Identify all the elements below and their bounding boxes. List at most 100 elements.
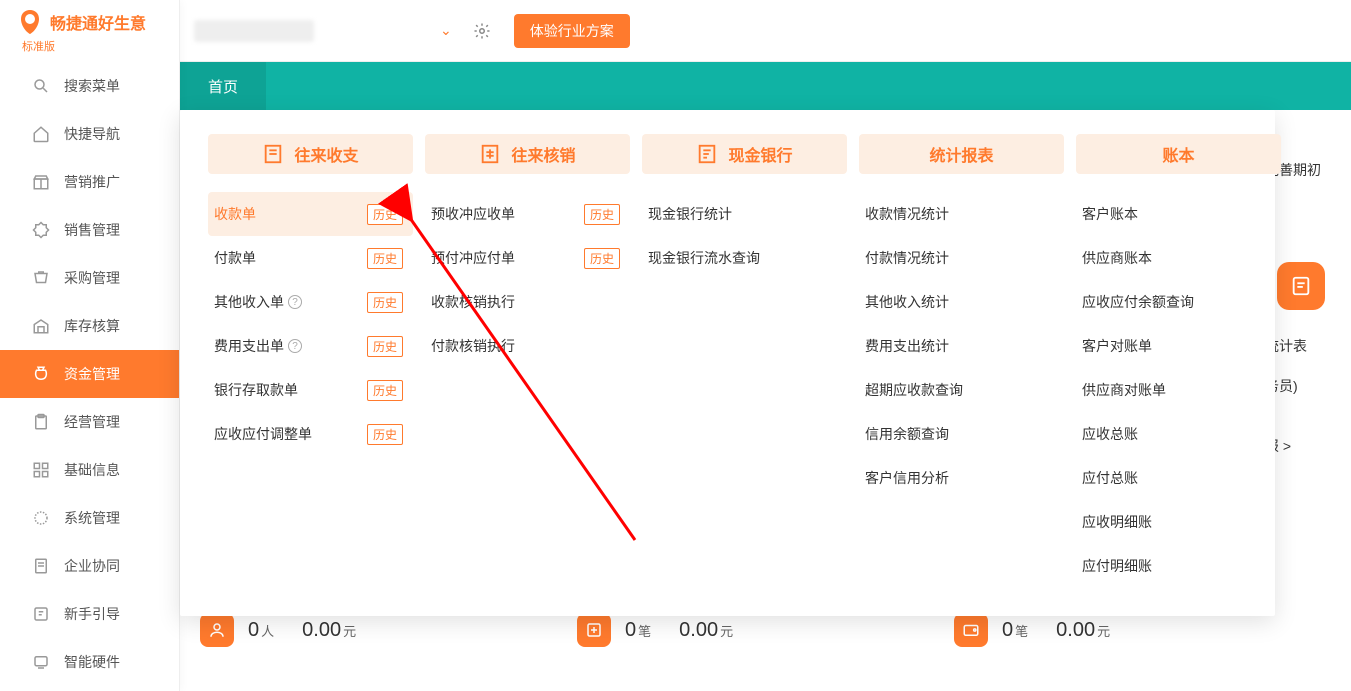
menu-label: 信用余额查询 <box>865 424 949 444</box>
menu-item-payment[interactable]: 付款单历史 <box>208 236 413 280</box>
topbar: ⌄ 体验行业方案 <box>180 0 1351 62</box>
menu-label: 收款核销执行 <box>431 292 515 312</box>
sidebar-item-marketing[interactable]: 营销推广 <box>0 158 179 206</box>
history-badge[interactable]: 历史 <box>367 424 403 445</box>
stat-card: 0笔 0.00元 <box>577 613 954 647</box>
sidebar-item-basic[interactable]: 基础信息 <box>0 446 179 494</box>
menu-item-other-income[interactable]: 其他收入单?历史 <box>208 280 413 324</box>
home-icon <box>32 125 50 143</box>
sidebar-item-label: 采购管理 <box>64 268 120 288</box>
history-badge[interactable]: 历史 <box>584 248 620 269</box>
stat-value: 0 <box>248 619 259 641</box>
menu-item[interactable]: 现金银行统计 <box>642 192 847 236</box>
menu-item-receipt[interactable]: 收款单历史 <box>208 192 413 236</box>
menu-item[interactable]: 付款核销执行 <box>425 324 630 368</box>
logo-area: 畅捷通好生意 标准版 <box>0 0 179 62</box>
sidebar-item-search[interactable]: 搜索菜单 <box>0 62 179 110</box>
sidebar-item-shortcut[interactable]: 快捷导航 <box>0 110 179 158</box>
menu-item[interactable]: 应收总账 <box>1076 412 1281 456</box>
brand-name: 畅捷通好生意 <box>50 10 146 34</box>
sidebar-item-label: 智能硬件 <box>64 652 120 672</box>
menu-item[interactable]: 供应商对账单 <box>1076 368 1281 412</box>
menu-item[interactable]: 预付冲应付单 历史 <box>425 236 630 280</box>
history-badge[interactable]: 历史 <box>367 380 403 401</box>
experience-button[interactable]: 体验行业方案 <box>514 14 630 48</box>
menu-label: 收款情况统计 <box>865 204 949 224</box>
mega-col-ledger: 账本 客户账本 供应商账本 应收应付余额查询 客户对账单 供应商对账单 应收总账… <box>1076 134 1281 598</box>
menu-label: 付款核销执行 <box>431 336 515 356</box>
sidebar-item-guide[interactable]: 新手引导 <box>0 590 179 638</box>
sidebar-item-label: 经营管理 <box>64 412 120 432</box>
menu-label: 应收明细账 <box>1082 512 1152 532</box>
mega-col-reports: 统计报表 收款情况统计 付款情况统计 其他收入统计 费用支出统计 超期应收款查询… <box>859 134 1064 598</box>
sidebar-item-label: 新手引导 <box>64 604 120 624</box>
sidebar-item-label: 企业协同 <box>64 556 120 576</box>
mega-col-header: 统计报表 <box>859 134 1064 174</box>
sidebar-list: 搜索菜单 快捷导航 营销推广 销售管理 采购管理 库存核算 资金管理 经营管理 … <box>0 62 179 686</box>
stat-amount: 0.00 <box>679 619 718 641</box>
menu-label: 应付明细账 <box>1082 556 1152 576</box>
menu-label: 付款情况统计 <box>865 248 949 268</box>
org-name-blurred <box>194 20 314 42</box>
menu-item[interactable]: 预收冲应收单 历史 <box>425 192 630 236</box>
sidebar-item-purchase[interactable]: 采购管理 <box>0 254 179 302</box>
menu-item[interactable]: 信用余额查询 <box>859 412 1064 456</box>
history-badge[interactable]: 历史 <box>367 204 403 225</box>
menu-item-bank-transfer[interactable]: 银行存取款单历史 <box>208 368 413 412</box>
sidebar-item-funds[interactable]: 资金管理 <box>0 350 179 398</box>
sidebar-item-label: 营销推广 <box>64 172 120 192</box>
menu-item[interactable]: 其他收入统计 <box>859 280 1064 324</box>
mega-col-title: 账本 <box>1162 142 1194 166</box>
org-dropdown-chevron[interactable]: ⌄ <box>432 22 460 39</box>
sidebar-item-operation[interactable]: 经营管理 <box>0 398 179 446</box>
money-bag-icon <box>32 365 50 383</box>
menu-label: 应付总账 <box>1082 468 1138 488</box>
menu-item[interactable]: 客户对账单 <box>1076 324 1281 368</box>
stat-card: 0笔 0.00元 <box>954 613 1331 647</box>
menu-label: 客户信用分析 <box>865 468 949 488</box>
menu-item[interactable]: 现金银行流水查询 <box>642 236 847 280</box>
menu-item[interactable]: 应收明细账 <box>1076 500 1281 544</box>
menu-item-expense[interactable]: 费用支出单?历史 <box>208 324 413 368</box>
help-icon[interactable]: ? <box>288 295 302 309</box>
menu-label: 预收冲应收单 <box>431 204 515 224</box>
menu-item[interactable]: 应付明细账 <box>1076 544 1281 588</box>
menu-item[interactable]: 客户信用分析 <box>859 456 1064 500</box>
menu-item[interactable]: 付款情况统计 <box>859 236 1064 280</box>
tab-home[interactable]: 首页 <box>180 62 266 110</box>
menu-label: 客户账本 <box>1082 204 1138 224</box>
sidebar-item-system[interactable]: 系统管理 <box>0 494 179 542</box>
mega-col-header: 往来收支 <box>208 134 413 174</box>
gift-icon <box>32 173 50 191</box>
history-badge[interactable]: 历史 <box>367 336 403 357</box>
search-icon <box>32 77 50 95</box>
sidebar-item-sales[interactable]: 销售管理 <box>0 206 179 254</box>
menu-item[interactable]: 应付总账 <box>1076 456 1281 500</box>
history-badge[interactable]: 历史 <box>367 248 403 269</box>
sidebar-item-inventory[interactable]: 库存核算 <box>0 302 179 350</box>
stat-value: 0 <box>1002 619 1013 641</box>
sidebar-item-collab[interactable]: 企业协同 <box>0 542 179 590</box>
menu-item[interactable]: 收款核销执行 <box>425 280 630 324</box>
menu-item[interactable]: 应收应付余额查询 <box>1076 280 1281 324</box>
mega-col-writeoff: 往来核销 预收冲应收单历史 预付冲应付单历史 收款核销执行 付款核销执行 <box>425 134 630 598</box>
sidebar-item-label: 系统管理 <box>64 508 120 528</box>
device-icon <box>32 653 50 671</box>
menu-item[interactable]: 客户账本 <box>1076 192 1281 236</box>
menu-item[interactable]: 供应商账本 <box>1076 236 1281 280</box>
report-shortcut-icon[interactable] <box>1277 262 1325 310</box>
menu-item[interactable]: 超期应收款查询 <box>859 368 1064 412</box>
menu-label: 预付冲应付单 <box>431 248 515 268</box>
sidebar-item-label: 快捷导航 <box>64 124 120 144</box>
sidebar-item-hardware[interactable]: 智能硬件 <box>0 638 179 686</box>
help-icon[interactable]: ? <box>288 339 302 353</box>
menu-item-adjust[interactable]: 应收应付调整单历史 <box>208 412 413 456</box>
settings-button[interactable] <box>468 17 496 45</box>
menu-item[interactable]: 收款情况统计 <box>859 192 1064 236</box>
clipboard-icon <box>32 413 50 431</box>
history-badge[interactable]: 历史 <box>584 204 620 225</box>
mega-col-title: 现金银行 <box>728 142 792 166</box>
menu-item[interactable]: 费用支出统计 <box>859 324 1064 368</box>
menu-label: 客户对账单 <box>1082 336 1152 356</box>
history-badge[interactable]: 历史 <box>367 292 403 313</box>
